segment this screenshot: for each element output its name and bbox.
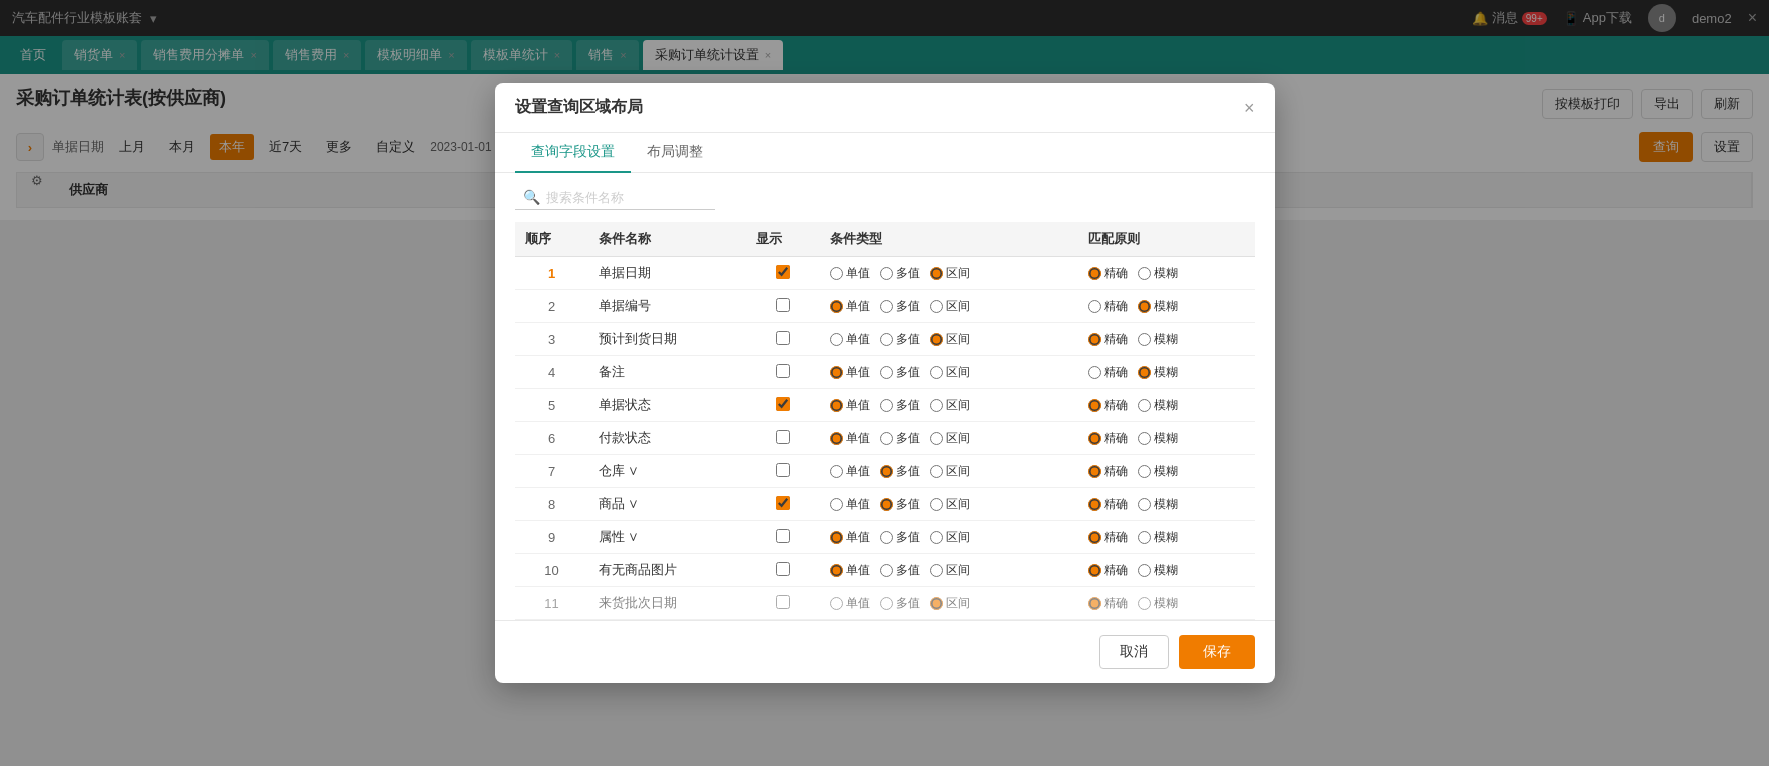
- settings-dialog: 设置查询区域布局 × 查询字段设置 布局调整 🔍 顺序: [495, 83, 1275, 220]
- tab-layout-adjust[interactable]: 布局调整: [631, 133, 719, 173]
- dialog-header: 设置查询区域布局 ×: [495, 83, 1275, 133]
- modal-overlay: 设置查询区域布局 × 查询字段设置 布局调整 🔍 顺序: [0, 0, 1769, 220]
- dialog-search-area: 🔍: [495, 173, 1275, 220]
- tab-query-fields-label: 查询字段设置: [531, 143, 615, 159]
- search-input[interactable]: [546, 190, 696, 205]
- tab-layout-adjust-label: 布局调整: [647, 143, 703, 159]
- dialog-close-button[interactable]: ×: [1244, 99, 1255, 117]
- search-box: 🔍: [515, 185, 715, 210]
- dialog-title: 设置查询区域布局: [515, 97, 643, 118]
- search-icon: 🔍: [523, 189, 540, 205]
- dialog-tabs: 查询字段设置 布局调整: [495, 133, 1275, 173]
- tab-query-fields[interactable]: 查询字段设置: [515, 133, 631, 173]
